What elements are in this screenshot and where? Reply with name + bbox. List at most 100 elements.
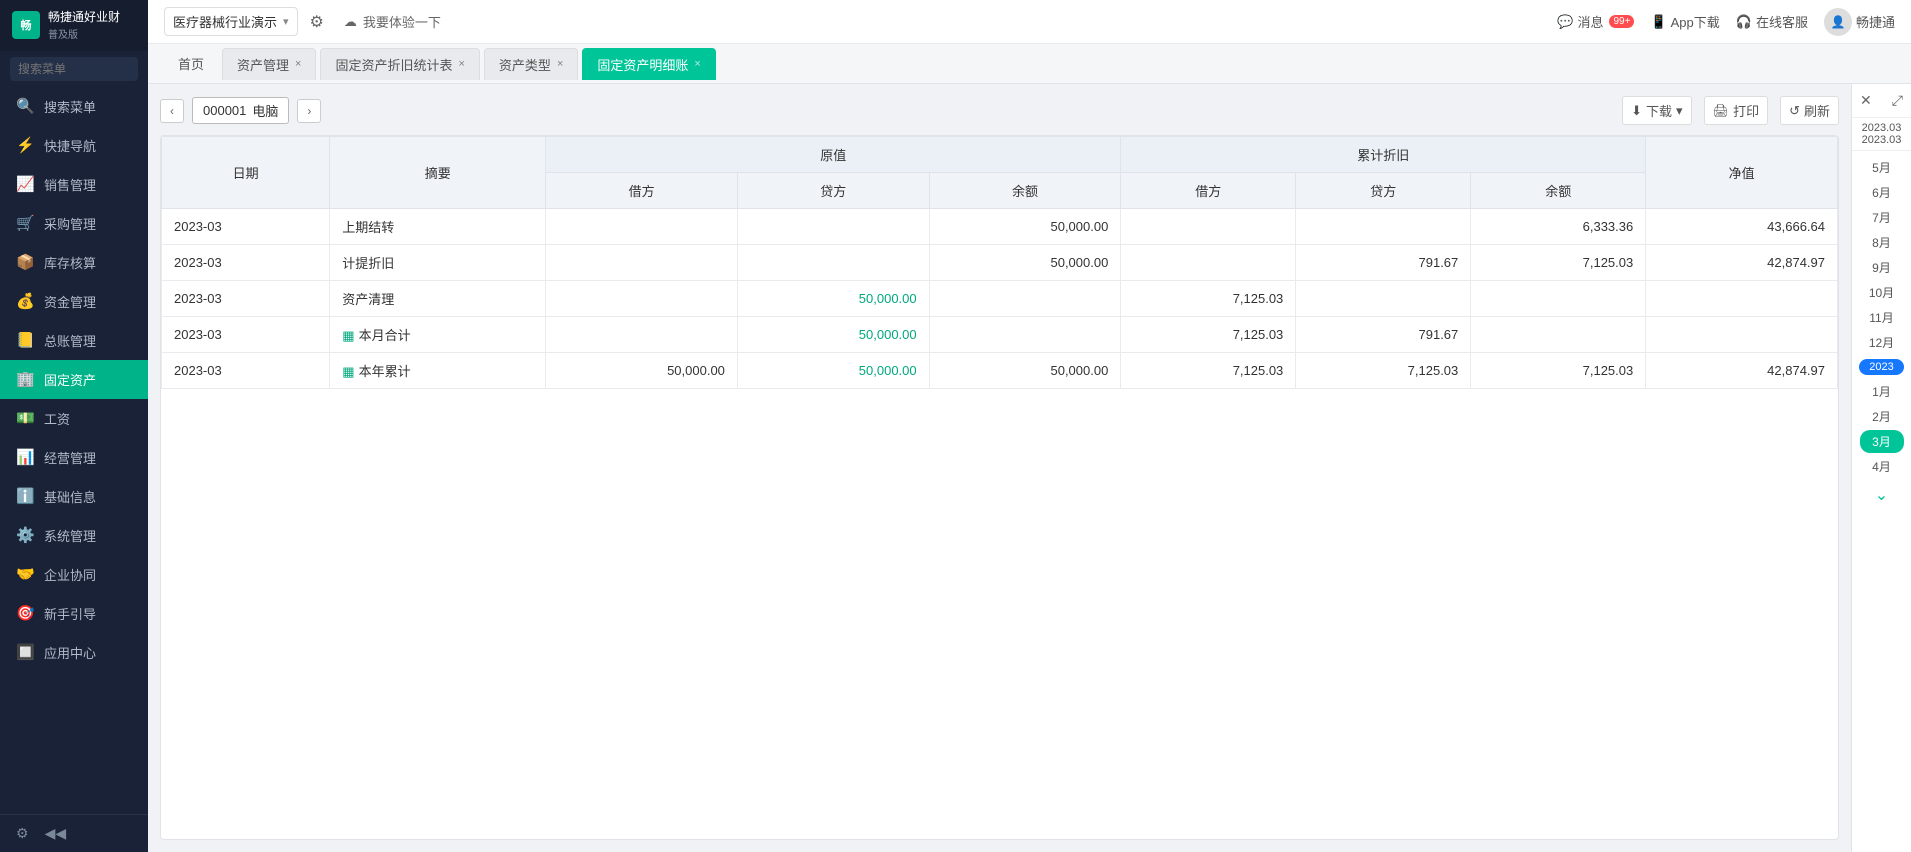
cell-summary: 资产清理 [330,281,546,317]
sidebar-item-quick-nav[interactable]: ⚡ 快捷导航 [0,126,148,165]
cell-accum-credit: 7,125.03 [1296,353,1471,389]
company-selector[interactable]: 医疗器械行业演示 ▾ [164,7,298,36]
cell-orig-balance: 50,000.00 [929,245,1121,281]
table-row: 2023-03 上期结转 50,000.00 6,333.36 43,666.6… [162,209,1838,245]
month-8[interactable]: 8月 [1860,231,1904,254]
tab-close-icon[interactable]: × [557,58,563,70]
tab-close-icon[interactable]: × [295,58,301,70]
cell-orig-debit [546,317,738,353]
cell-accum-credit [1296,209,1471,245]
col-orig-balance: 余额 [929,173,1121,209]
tab-asset-detail[interactable]: 固定资产明细账 × [582,48,715,80]
tab-asset-management[interactable]: 资产管理 × [222,48,316,80]
sidebar-item-system[interactable]: ⚙️ 系统管理 [0,516,148,555]
collapse-icon[interactable]: ◀◀ [45,825,67,842]
cell-date: 2023-03 [162,245,330,281]
table-row: 2023-03 ▦本年累计 50,000.00 50,000.00 50,000… [162,353,1838,389]
tab-depreciation-stats[interactable]: 固定资产折旧统计表 × [320,48,479,80]
app-download-btn[interactable]: 📱 App下载 [1650,12,1719,31]
print-button[interactable]: 🖨 打印 [1704,96,1769,125]
panel-scroll: 5月 6月 7月 8月 9月 10月 11月 12月 2023 1月 2月 3月… [1852,151,1911,852]
settings-icon[interactable]: ⚙ [306,8,328,36]
sidebar-bottom: ⚙ ◀◀ [0,814,148,852]
month-7[interactable]: 7月 [1860,206,1904,229]
month-12[interactable]: 12月 [1860,331,1904,354]
search-input[interactable] [10,57,138,81]
message-icon: 💬 [1557,14,1573,30]
cell-net: 42,874.97 [1646,353,1838,389]
message-btn[interactable]: 💬 消息 99+ [1557,12,1634,31]
month-1[interactable]: 1月 [1860,380,1904,403]
settings-bottom-icon[interactable]: ⚙ [16,825,29,842]
tab-home[interactable]: 首页 [164,48,218,79]
cell-accum-debit [1121,245,1296,281]
tab-label: 资产管理 [237,55,289,74]
user-avatar-area[interactable]: 👤 畅捷通 [1824,8,1895,36]
cell-orig-debit [546,209,738,245]
cell-date: 2023-03 [162,353,330,389]
sidebar-item-label: 资金管理 [44,292,96,311]
cell-summary: ▦本月合计 [330,317,546,353]
month-11[interactable]: 11月 [1860,306,1904,329]
sidebar-item-search[interactable]: 🔍 搜索菜单 [0,87,148,126]
cell-accum-balance [1471,281,1646,317]
experience-btn[interactable]: ☁ 我要体验一下 [344,12,441,31]
asset-nav-right: ⬇ 下载 ▾ 🖨 打印 ↺ 刷新 [1622,96,1839,125]
scroll-down-icon[interactable]: ⌄ [1875,479,1888,511]
sidebar-item-fixed-assets[interactable]: 🏢 固定资产 [0,360,148,399]
next-asset-button[interactable]: › [297,99,321,123]
prev-asset-button[interactable]: ‹ [160,99,184,123]
online-service-btn[interactable]: 🎧 在线客服 [1736,12,1808,31]
download-button[interactable]: ⬇ 下载 ▾ [1622,96,1691,125]
month-6[interactable]: 6月 [1860,181,1904,204]
month-2[interactable]: 2月 [1860,405,1904,428]
sidebar-item-capital[interactable]: 💰 资金管理 [0,282,148,321]
sidebar-item-label: 系统管理 [44,526,96,545]
panel-date-top: 2023.03 2023.03 [1852,118,1911,151]
sidebar-search-area[interactable] [0,51,148,87]
sidebar-item-basic-info[interactable]: ℹ️ 基础信息 [0,477,148,516]
sidebar-item-guide[interactable]: 🎯 新手引导 [0,594,148,633]
box-icon: 📦 [16,253,34,271]
month-3-active[interactable]: 3月 [1860,430,1904,453]
sidebar-item-purchase[interactable]: 🛒 采购管理 [0,204,148,243]
cell-accum-credit [1296,281,1471,317]
sidebar-item-operations[interactable]: 📊 经营管理 [0,438,148,477]
cell-date: 2023-03 [162,281,330,317]
month-5[interactable]: 5月 [1860,156,1904,179]
prev-year-months: 5月 6月 7月 8月 9月 10月 11月 12月 [1852,155,1911,355]
sidebar-item-inventory[interactable]: 📦 库存核算 [0,243,148,282]
cell-net: 43,666.64 [1646,209,1838,245]
sidebar-item-app-center[interactable]: 🔲 应用中心 [0,633,148,672]
month-10[interactable]: 10月 [1860,281,1904,304]
headset-icon: 🎧 [1736,14,1752,30]
cell-accum-debit: 7,125.03 [1121,353,1296,389]
cell-orig-balance [929,281,1121,317]
sidebar-item-sales[interactable]: 📈 销售管理 [0,165,148,204]
sidebar-item-ledger[interactable]: 📒 总账管理 [0,321,148,360]
avatar: 👤 [1824,8,1852,36]
experience-label: 我要体验一下 [363,12,441,31]
sidebar-item-payroll[interactable]: 💵 工资 [0,399,148,438]
asset-code: 000001 [203,103,246,118]
panel-close-icon[interactable]: ✕ [1856,90,1876,111]
tab-close-icon[interactable]: × [458,58,464,70]
tab-asset-type[interactable]: 资产类型 × [484,48,578,80]
gear-icon: ⚙️ [16,526,34,544]
content-main: ‹ 000001 电脑 › ⬇ 下载 ▾ [148,84,1851,852]
panel-expand-icon[interactable]: ⤢ [1888,90,1907,111]
month-4[interactable]: 4月 [1860,455,1904,478]
col-orig-credit: 贷方 [737,173,929,209]
cell-summary: 上期结转 [330,209,546,245]
refresh-button[interactable]: ↺ 刷新 [1780,96,1839,125]
tab-close-icon[interactable]: × [694,58,700,70]
tabbar: 首页 资产管理 × 固定资产折旧统计表 × 资产类型 × 固定资产明细账 × [148,44,1911,84]
sidebar-item-enterprise[interactable]: 🤝 企业协同 [0,555,148,594]
month-9[interactable]: 9月 [1860,256,1904,279]
panel-date-label1: 2023.03 [1852,122,1911,134]
experience-icon: ☁ [344,14,357,30]
bar-chart-icon: 📊 [16,448,34,466]
col-accum-balance: 余额 [1471,173,1646,209]
col-accum-group: 累计折旧 [1121,137,1646,173]
cell-orig-credit: 50,000.00 [737,353,929,389]
